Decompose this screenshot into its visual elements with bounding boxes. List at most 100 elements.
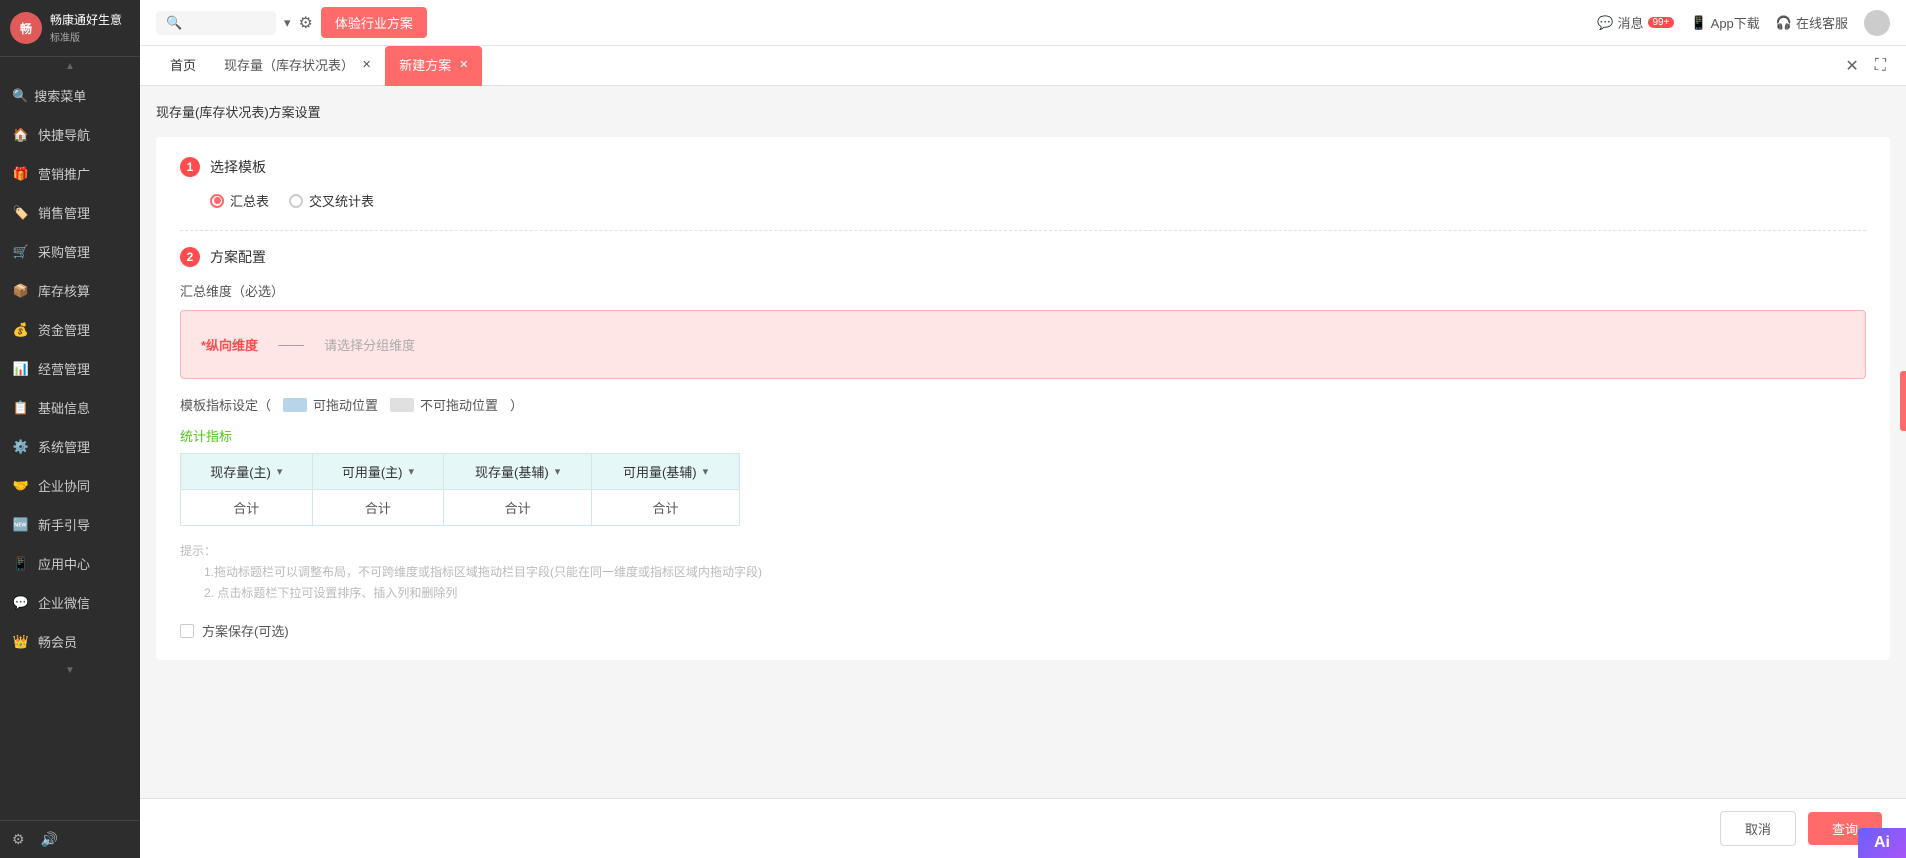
section1-num: 1 xyxy=(180,157,200,177)
cell-2: 合计 xyxy=(444,490,592,526)
sidebar-scroll: ▲ 🔍 搜索菜单 🏠 快捷导航 🎁 营销推广 🏷️ 销售管理 🛒 采购管理 📦 … xyxy=(0,57,140,820)
radio-summary-table[interactable]: 汇总表 xyxy=(210,191,269,210)
app-icon: 📱 xyxy=(12,555,30,573)
audio-icon[interactable]: 🔊 xyxy=(41,831,58,848)
online-service-btn[interactable]: 🎧 在线客服 xyxy=(1776,13,1848,32)
user-avatar[interactable] xyxy=(1864,10,1890,36)
app-name: 畅康通好生意 xyxy=(50,12,122,29)
warehouse-icon: 📦 xyxy=(12,282,30,300)
tab-new-plan-label: 新建方案 xyxy=(399,55,451,74)
online-service-label: 在线客服 xyxy=(1796,13,1848,32)
save-label: 方案保存(可选) xyxy=(202,621,289,640)
sidebar-item-guide[interactable]: 🆕 新手引导 xyxy=(0,505,140,544)
indicator-setting: 模板指标设定（ 可拖动位置 不可拖动位置 ） xyxy=(180,395,1866,414)
search-icon: 🔍 xyxy=(12,88,28,104)
sidebar-item-app-center[interactable]: 📱 应用中心 xyxy=(0,544,140,583)
tab-new-plan[interactable]: 新建方案 ✕ xyxy=(385,46,482,86)
nondraggable-legend-box xyxy=(390,398,414,412)
sidebar-item-member[interactable]: 👑 畅会员 xyxy=(0,622,140,661)
team-icon: 🤝 xyxy=(12,477,30,495)
sidebar-item-label: 企业协同 xyxy=(38,476,90,495)
phone-icon: 📱 xyxy=(1690,15,1706,31)
dimension-box[interactable]: *纵向维度 —— 请选择分组维度 xyxy=(180,310,1866,379)
cancel-button[interactable]: 取消 xyxy=(1720,811,1796,846)
chevron-down-3: ▾ xyxy=(703,465,709,478)
hint-prefix: 提示： xyxy=(180,542,1866,559)
sidebar-item-finance[interactable]: 💰 资金管理 xyxy=(0,310,140,349)
scroll-up-indicator[interactable]: ▲ xyxy=(0,57,140,76)
radio-cross-indicator xyxy=(289,194,303,208)
radio-cross-label: 交叉统计表 xyxy=(309,191,374,210)
cell-3: 合计 xyxy=(592,490,740,526)
hints: 提示： 1.拖动标题栏可以调整布局，不可跨维度或指标区域拖动栏目字段(只能在同一… xyxy=(180,542,1866,601)
app-download-label: App下载 xyxy=(1711,13,1760,32)
gear-icon[interactable]: ⚙ xyxy=(299,13,313,33)
sidebar-item-quicknav[interactable]: 🏠 快捷导航 xyxy=(0,115,140,154)
sidebar-item-label: 系统管理 xyxy=(38,437,90,456)
ai-badge[interactable]: Ai xyxy=(1858,828,1906,858)
stats-label: 统计指标 xyxy=(180,426,1866,445)
chevron-down-1: ▾ xyxy=(408,465,414,478)
indicator-label: 模板指标设定（ xyxy=(180,395,271,414)
sidebar-item-purchase[interactable]: 🛒 采购管理 xyxy=(0,232,140,271)
col-header-0[interactable]: 现存量(主) ▾ xyxy=(181,454,313,490)
section-config: 2 方案配置 汇总维度（必选） *纵向维度 —— 请选择分组维度 模板指标设定（… xyxy=(180,247,1866,601)
info-icon: 📋 xyxy=(12,399,30,417)
settings-bottom-icon[interactable]: ⚙ xyxy=(12,831,25,848)
col-header-1[interactable]: 可用量(主) ▾ xyxy=(312,454,444,490)
hint-2: 2. 点击标题栏下拉可设置排序、插入列和删除列 xyxy=(180,584,1866,601)
trial-btn[interactable]: 体验行业方案 xyxy=(321,7,427,38)
radio-cross-table[interactable]: 交叉统计表 xyxy=(289,191,374,210)
app-download-btn[interactable]: 📱 App下载 xyxy=(1690,13,1759,32)
tab-close-icon[interactable]: ✕ xyxy=(1841,52,1862,80)
section-divider xyxy=(180,230,1866,231)
dimension-required: *纵向维度 xyxy=(201,335,258,354)
aggregate-label: 汇总维度（必选） xyxy=(180,281,1866,300)
tab-new-plan-close[interactable]: ✕ xyxy=(459,58,468,71)
col-header-3[interactable]: 可用量(基辅) ▾ xyxy=(592,454,740,490)
sidebar-search[interactable]: 🔍 搜索菜单 xyxy=(0,76,140,115)
finance-icon: 💰 xyxy=(12,321,30,339)
sidebar: 畅 畅康通好生意 标准版 ▲ 🔍 搜索菜单 🏠 快捷导航 🎁 营销推广 🏷️ 销… xyxy=(0,0,140,858)
settings-card: 1 选择模板 汇总表 交叉统计表 2 xyxy=(156,137,1890,660)
topbar-search[interactable]: 🔍 xyxy=(156,11,276,35)
col-1-label: 可用量(主) xyxy=(342,462,403,481)
sidebar-item-marketing[interactable]: 🎁 营销推广 xyxy=(0,154,140,193)
messages-badge: 99+ xyxy=(1648,17,1675,28)
radio-summary-indicator xyxy=(210,194,224,208)
right-scroll-bar[interactable] xyxy=(1900,371,1906,431)
col-header-2[interactable]: 现存量(基辅) ▾ xyxy=(444,454,592,490)
save-checkbox[interactable] xyxy=(180,624,194,638)
sidebar-item-wechat[interactable]: 💬 企业微信 xyxy=(0,583,140,622)
sidebar-item-label: 快捷导航 xyxy=(38,125,90,144)
scroll-down-indicator[interactable]: ▼ xyxy=(0,661,140,680)
sidebar-item-warehouse[interactable]: 📦 库存核算 xyxy=(0,271,140,310)
chevron-down-2: ▾ xyxy=(555,465,561,478)
sidebar-item-label: 基础信息 xyxy=(38,398,90,417)
logo-icon: 畅 xyxy=(10,12,42,44)
draggable-legend-box xyxy=(283,398,307,412)
sidebar-item-label: 库存核算 xyxy=(38,281,90,300)
tab-expand-icon[interactable]: ⛶ xyxy=(1871,53,1890,79)
save-option: 方案保存(可选) xyxy=(180,621,1866,640)
sidebar-item-sales[interactable]: 🏷️ 销售管理 xyxy=(0,193,140,232)
avatar xyxy=(1864,10,1890,36)
sidebar-item-management[interactable]: 📊 经营管理 xyxy=(0,349,140,388)
sidebar-item-corp-collab[interactable]: 🤝 企业协同 xyxy=(0,466,140,505)
sidebar-item-label: 采购管理 xyxy=(38,242,90,261)
sidebar-item-system[interactable]: ⚙️ 系统管理 xyxy=(0,427,140,466)
sidebar-item-label: 营销推广 xyxy=(38,164,90,183)
tab-inventory[interactable]: 现存量（库存状况表） ✕ xyxy=(210,46,385,86)
topbar-dropdown[interactable]: ▾ xyxy=(284,15,291,31)
section-template: 1 选择模板 汇总表 交叉统计表 xyxy=(180,157,1866,210)
topbar: 🔍 ▾ ⚙ 体验行业方案 💬 消息 99+ 📱 App下载 🎧 在线客服 xyxy=(140,0,1906,46)
tab-inventory-close[interactable]: ✕ xyxy=(362,58,371,71)
shopping-icon: 🛒 xyxy=(12,243,30,261)
messages-btn[interactable]: 💬 消息 99+ xyxy=(1597,13,1674,32)
template-options: 汇总表 交叉统计表 xyxy=(210,191,1866,210)
message-icon: 💬 xyxy=(1597,15,1613,31)
section2-num: 2 xyxy=(180,247,200,267)
headset-icon: 🎧 xyxy=(1776,15,1792,31)
tab-home[interactable]: 首页 xyxy=(156,46,210,86)
sidebar-item-basic-info[interactable]: 📋 基础信息 xyxy=(0,388,140,427)
